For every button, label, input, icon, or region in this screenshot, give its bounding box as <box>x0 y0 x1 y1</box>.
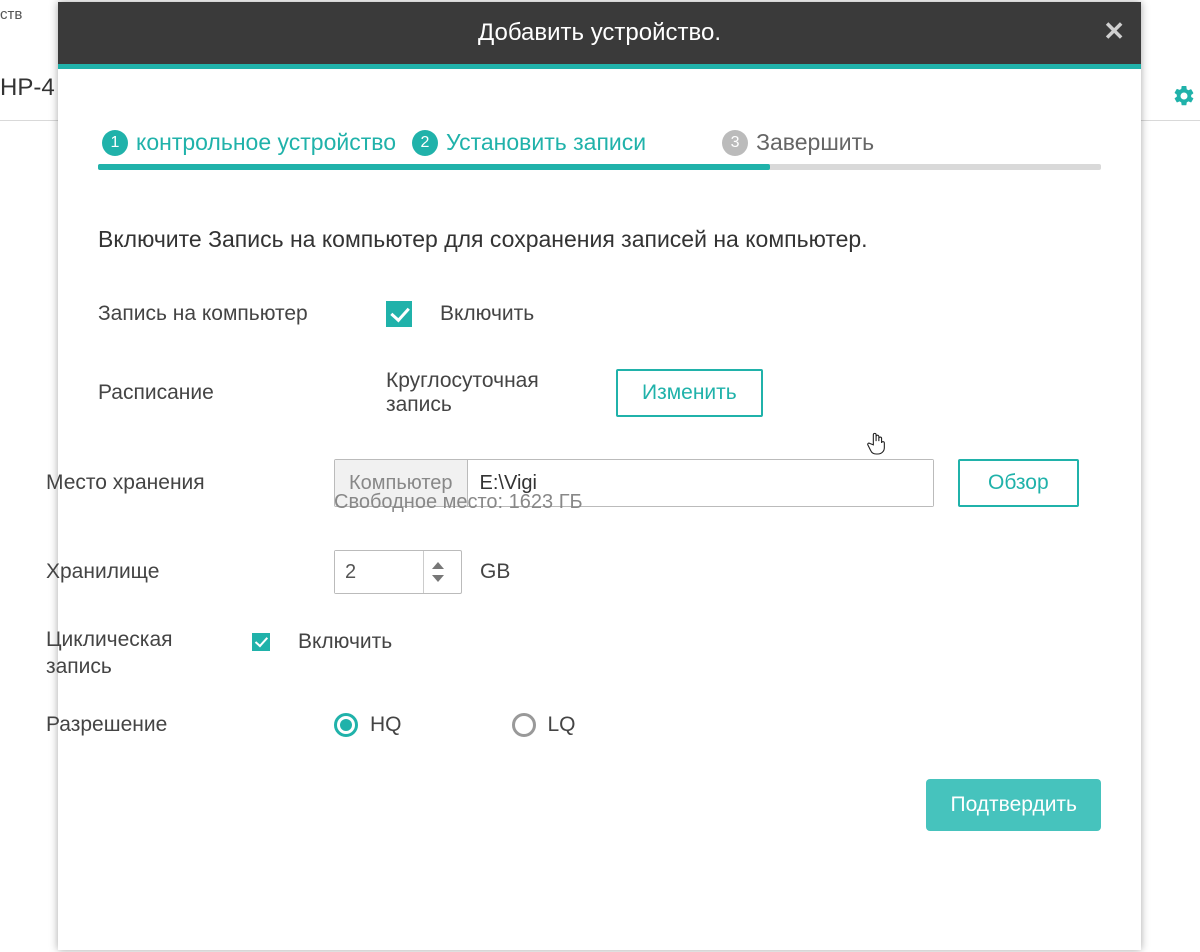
confirm-button[interactable]: Подтвердить <box>926 779 1101 831</box>
progress-bar <box>98 164 1101 170</box>
enable-label: Включить <box>440 302 534 326</box>
label-storage-location: Место хранения <box>46 471 334 495</box>
loop-enable-label: Включить <box>298 630 392 654</box>
modal-header: Добавить устройство. ✕ <box>58 2 1141 64</box>
row-record-to-pc: Запись на компьютер Включить <box>98 301 1101 327</box>
row-schedule: Расписание Круглосуточная запись Изменит… <box>98 369 1101 417</box>
radio-hq-label: HQ <box>370 713 402 737</box>
radio-circle-icon <box>512 713 536 737</box>
checkbox-enable-recording[interactable] <box>386 301 412 327</box>
modal-title: Добавить устройство. <box>478 19 721 47</box>
schedule-value: Круглосуточная запись <box>386 369 596 417</box>
edit-schedule-button[interactable]: Изменить <box>616 369 763 417</box>
resolution-radio-group: HQ LQ <box>334 713 576 737</box>
label-record-to-pc: Запись на компьютер <box>98 302 386 326</box>
step-finish: 3 Завершить <box>722 129 874 156</box>
row-resolution: Разрешение HQ LQ <box>46 713 1101 737</box>
gear-icon[interactable] <box>1172 84 1196 115</box>
radio-hq[interactable]: HQ <box>334 713 402 737</box>
storage-size-input[interactable] <box>335 551 423 593</box>
chevron-down-icon[interactable] <box>432 575 444 582</box>
instruction-text: Включите Запись на компьютер для сохране… <box>98 226 1101 253</box>
step-1-label: контрольное устройство <box>136 129 396 156</box>
storage-size-unit: GB <box>480 560 510 584</box>
storage-size-stepper[interactable] <box>334 550 462 594</box>
add-device-modal: Добавить устройство. ✕ 1 контрольное уст… <box>58 2 1141 950</box>
label-resolution: Разрешение <box>46 713 334 737</box>
step-set-records[interactable]: 2 Установить записи <box>412 129 646 156</box>
bg-device-name: HP-4 <box>0 74 55 102</box>
chevron-up-icon[interactable] <box>432 562 444 569</box>
label-schedule: Расписание <box>98 381 386 405</box>
label-loop-record: Циклическая запись <box>46 626 252 681</box>
wizard-stepper: 1 контрольное устройство 2 Установить за… <box>98 129 1101 164</box>
close-icon[interactable]: ✕ <box>1103 18 1125 44</box>
row-storage-size: Хранилище GB <box>46 550 1101 594</box>
bg-label-1: ств <box>0 6 22 23</box>
radio-circle-icon <box>334 713 358 737</box>
step-2-label: Установить записи <box>446 129 646 156</box>
label-storage-size: Хранилище <box>46 560 334 584</box>
radio-lq-label: LQ <box>548 713 576 737</box>
browse-button[interactable]: Обзор <box>958 459 1079 507</box>
row-loop-record: Циклическая запись Включить <box>46 626 1101 681</box>
step-3-label: Завершить <box>756 129 874 156</box>
step-control-device[interactable]: 1 контрольное устройство <box>102 129 396 156</box>
radio-lq[interactable]: LQ <box>512 713 576 737</box>
checkbox-loop-record[interactable] <box>252 633 270 651</box>
